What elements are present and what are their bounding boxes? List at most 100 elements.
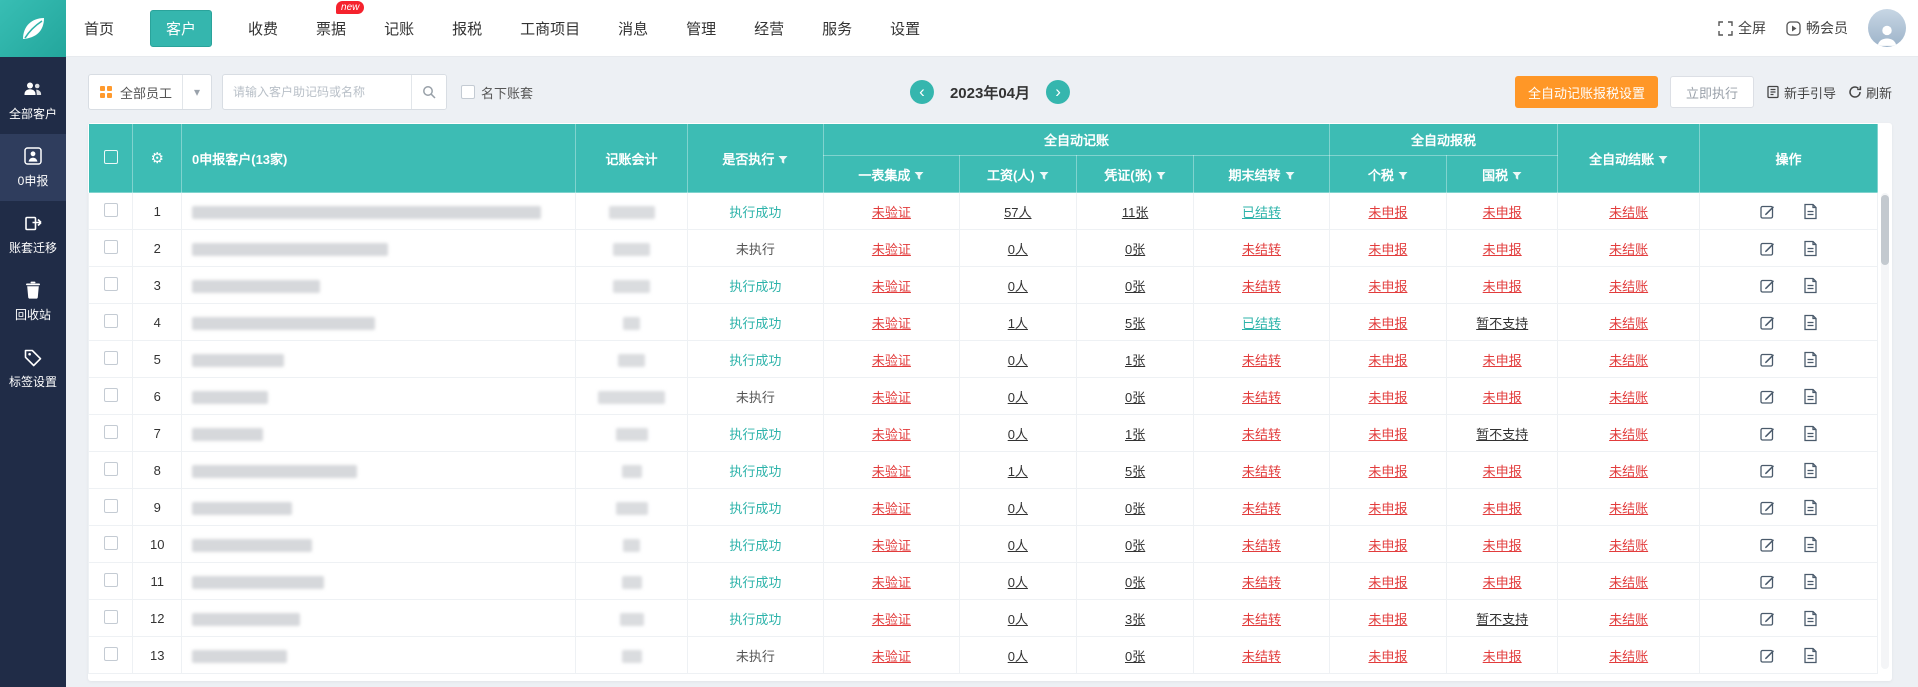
nav-item-bookkeeping[interactable]: 记账 — [382, 11, 416, 46]
closing-status-link[interactable]: 未结账 — [1609, 205, 1648, 220]
national-tax-link[interactable]: 未申报 — [1483, 464, 1522, 479]
edit-icon[interactable] — [1759, 499, 1776, 516]
filter-icon[interactable] — [914, 171, 924, 181]
column-settings-gear-icon[interactable]: ⚙ — [151, 150, 164, 167]
filter-icon[interactable] — [778, 155, 788, 165]
national-tax-link[interactable]: 暂不支持 — [1476, 427, 1528, 442]
edit-icon[interactable] — [1759, 462, 1776, 479]
next-month-button[interactable]: › — [1046, 80, 1071, 104]
closing-status-link[interactable]: 未结账 — [1609, 390, 1648, 405]
auto-bookkeeping-settings-button[interactable]: 全自动记账报税设置 — [1514, 76, 1658, 108]
nav-item-operation[interactable]: 经营 — [752, 11, 786, 46]
integrated-status-link[interactable]: 未验证 — [872, 353, 911, 368]
report-icon[interactable] — [1803, 351, 1818, 368]
row-checkbox[interactable] — [103, 239, 118, 254]
report-icon[interactable] — [1803, 536, 1818, 553]
row-checkbox[interactable] — [103, 572, 118, 587]
national-tax-link[interactable]: 未申报 — [1483, 205, 1522, 220]
prev-month-button[interactable]: ‹ — [909, 80, 934, 104]
employee-filter-select[interactable]: 全部员工 ▾ — [88, 74, 213, 110]
sidebar-item-ledger-migration[interactable]: 账套迁移 — [0, 201, 66, 268]
row-checkbox[interactable] — [103, 276, 118, 291]
national-tax-link[interactable]: 暂不支持 — [1476, 612, 1528, 627]
closing-status-link[interactable]: 未结账 — [1609, 316, 1648, 331]
carryover-status-link[interactable]: 未结转 — [1242, 612, 1281, 627]
sidebar-item-all-clients[interactable]: 全部客户 — [0, 67, 66, 134]
closing-status-link[interactable]: 未结账 — [1609, 575, 1648, 590]
nav-item-services[interactable]: 服务 — [820, 11, 854, 46]
voucher-link[interactable]: 0张 — [1125, 501, 1145, 516]
nav-item-settings[interactable]: 设置 — [888, 11, 922, 46]
closing-status-link[interactable]: 未结账 — [1609, 612, 1648, 627]
carryover-status-link[interactable]: 未结转 — [1242, 464, 1281, 479]
edit-icon[interactable] — [1759, 610, 1776, 627]
nav-item-customers[interactable]: 客户 — [150, 9, 213, 47]
national-tax-link[interactable]: 未申报 — [1483, 649, 1522, 664]
carryover-status-link[interactable]: 已结转 — [1242, 205, 1281, 220]
carryover-status-link[interactable]: 未结转 — [1242, 353, 1281, 368]
integrated-status-link[interactable]: 未验证 — [872, 575, 911, 590]
nav-item-billing[interactable]: 收费 — [246, 11, 280, 46]
row-checkbox[interactable] — [103, 461, 118, 476]
salary-link[interactable]: 0人 — [1008, 353, 1028, 368]
personal-tax-link[interactable]: 未申报 — [1368, 242, 1407, 257]
carryover-status-link[interactable]: 未结转 — [1242, 390, 1281, 405]
member-button[interactable]: 畅会员 — [1786, 18, 1848, 38]
row-checkbox[interactable] — [103, 646, 118, 661]
carryover-status-link[interactable]: 未结转 — [1242, 575, 1281, 590]
closing-status-link[interactable]: 未结账 — [1609, 279, 1648, 294]
voucher-link[interactable]: 0张 — [1125, 242, 1145, 257]
filter-icon[interactable] — [1398, 171, 1408, 181]
row-checkbox[interactable] — [103, 609, 118, 624]
voucher-link[interactable]: 3张 — [1125, 612, 1145, 627]
filter-icon[interactable] — [1039, 171, 1049, 181]
carryover-status-link[interactable]: 未结转 — [1242, 242, 1281, 257]
voucher-link[interactable]: 1张 — [1125, 427, 1145, 442]
voucher-link[interactable]: 1张 — [1125, 353, 1145, 368]
national-tax-link[interactable]: 未申报 — [1483, 242, 1522, 257]
closing-status-link[interactable]: 未结账 — [1609, 353, 1648, 368]
sidebar-item-zero-declaration[interactable]: 0申报 — [0, 134, 66, 201]
personal-tax-link[interactable]: 未申报 — [1368, 205, 1407, 220]
report-icon[interactable] — [1803, 610, 1818, 627]
salary-link[interactable]: 0人 — [1008, 427, 1028, 442]
sidebar-item-tag-settings[interactable]: 标签设置 — [0, 335, 66, 402]
closing-status-link[interactable]: 未结账 — [1609, 464, 1648, 479]
personal-tax-link[interactable]: 未申报 — [1368, 612, 1407, 627]
voucher-link[interactable]: 0张 — [1125, 390, 1145, 405]
carryover-status-link[interactable]: 未结转 — [1242, 427, 1281, 442]
nav-item-tax[interactable]: 报税 — [450, 11, 484, 46]
salary-link[interactable]: 0人 — [1008, 390, 1028, 405]
edit-icon[interactable] — [1759, 240, 1776, 257]
edit-icon[interactable] — [1759, 314, 1776, 331]
salary-link[interactable]: 0人 — [1008, 501, 1028, 516]
row-checkbox[interactable] — [103, 535, 118, 550]
filter-icon[interactable] — [1512, 171, 1522, 181]
search-button[interactable] — [411, 75, 447, 109]
row-checkbox[interactable] — [103, 350, 118, 365]
edit-icon[interactable] — [1759, 203, 1776, 220]
report-icon[interactable] — [1803, 240, 1818, 257]
edit-icon[interactable] — [1759, 388, 1776, 405]
integrated-status-link[interactable]: 未验证 — [872, 316, 911, 331]
integrated-status-link[interactable]: 未验证 — [872, 427, 911, 442]
filter-icon[interactable] — [1658, 155, 1668, 165]
national-tax-link[interactable]: 未申报 — [1483, 501, 1522, 516]
carryover-status-link[interactable]: 未结转 — [1242, 279, 1281, 294]
edit-icon[interactable] — [1759, 425, 1776, 442]
salary-link[interactable]: 1人 — [1008, 316, 1028, 331]
integrated-status-link[interactable]: 未验证 — [872, 390, 911, 405]
report-icon[interactable] — [1803, 647, 1818, 664]
carryover-status-link[interactable]: 未结转 — [1242, 501, 1281, 516]
closing-status-link[interactable]: 未结账 — [1609, 649, 1648, 664]
row-checkbox[interactable] — [103, 424, 118, 439]
personal-tax-link[interactable]: 未申报 — [1368, 575, 1407, 590]
personal-tax-link[interactable]: 未申报 — [1368, 390, 1407, 405]
nav-item-home[interactable]: 首页 — [82, 11, 116, 46]
salary-link[interactable]: 1人 — [1008, 464, 1028, 479]
select-all-checkbox[interactable] — [103, 149, 118, 164]
integrated-status-link[interactable]: 未验证 — [872, 205, 911, 220]
voucher-link[interactable]: 5张 — [1125, 316, 1145, 331]
integrated-status-link[interactable]: 未验证 — [872, 279, 911, 294]
integrated-status-link[interactable]: 未验证 — [872, 649, 911, 664]
